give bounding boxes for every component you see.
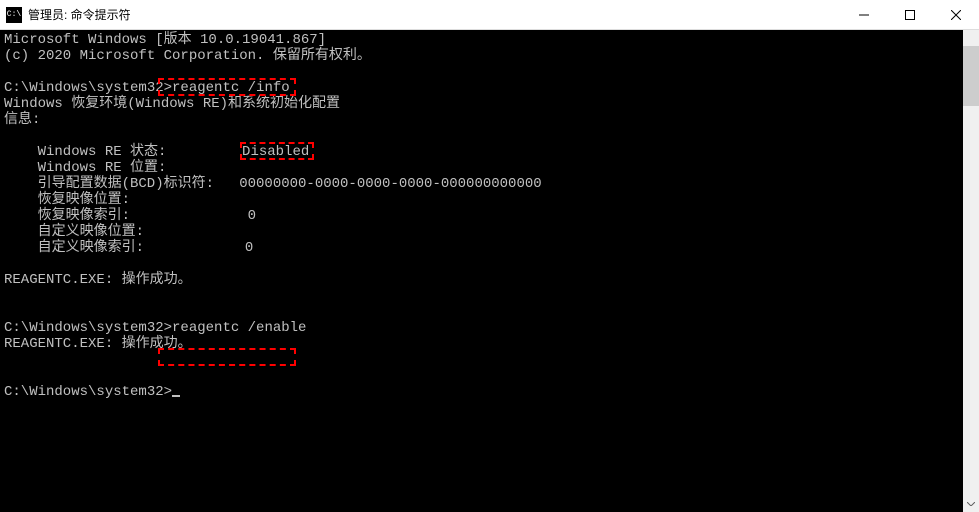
scroll-thumb[interactable] <box>963 46 979 106</box>
window-title: 管理员: 命令提示符 <box>28 6 131 23</box>
info-value-disabled: Disabled <box>242 144 309 160</box>
cmd-icon: C:\ <box>6 7 22 23</box>
chevron-down-icon <box>967 502 975 506</box>
cursor <box>172 395 180 397</box>
command-2: reagentc /enable <box>172 320 306 336</box>
close-icon <box>951 10 961 20</box>
window-titlebar: C:\ 管理员: 命令提示符 <box>0 0 979 30</box>
vertical-scrollbar[interactable] <box>963 30 979 512</box>
minimize-icon <box>859 10 869 20</box>
command-1: reagentc /info <box>172 80 290 96</box>
terminal-line: (c) 2020 Microsoft Corporation. 保留所有权利。 <box>4 48 371 64</box>
terminal-line: 自定义映像位置: <box>4 224 144 240</box>
cmd-icon-glyph: C:\ <box>7 11 21 19</box>
terminal-line: Windows 恢复环境(Windows RE)和系统初始化配置 <box>4 96 340 112</box>
terminal-line: 引导配置数据(BCD)标识符: 00000000-0000-0000-0000-… <box>4 176 542 192</box>
terminal-line: REAGENTC.EXE: 操作成功。 <box>4 336 192 352</box>
terminal-line: 自定义映像索引: 0 <box>4 240 253 256</box>
prompt: C:\Windows\system32> <box>4 384 172 400</box>
prompt: C:\Windows\system32> <box>4 80 172 96</box>
maximize-icon <box>905 10 915 20</box>
maximize-button[interactable] <box>887 0 933 29</box>
prompt: C:\Windows\system32> <box>4 320 172 336</box>
close-button[interactable] <box>933 0 979 29</box>
window-controls <box>841 0 979 29</box>
terminal-line: 恢复映像索引: 0 <box>4 208 256 224</box>
terminal-line: 信息: <box>4 112 40 128</box>
scroll-down-button[interactable] <box>963 496 979 512</box>
terminal-line: REAGENTC.EXE: 操作成功。 <box>4 272 192 288</box>
info-label: Windows RE 状态: <box>4 144 242 160</box>
terminal-line: Microsoft Windows [版本 10.0.19041.867] <box>4 32 326 48</box>
terminal-line: 恢复映像位置: <box>4 192 130 208</box>
terminal-line: Windows RE 位置: <box>4 160 166 176</box>
terminal-output[interactable]: Microsoft Windows [版本 10.0.19041.867] (c… <box>0 30 979 512</box>
minimize-button[interactable] <box>841 0 887 29</box>
